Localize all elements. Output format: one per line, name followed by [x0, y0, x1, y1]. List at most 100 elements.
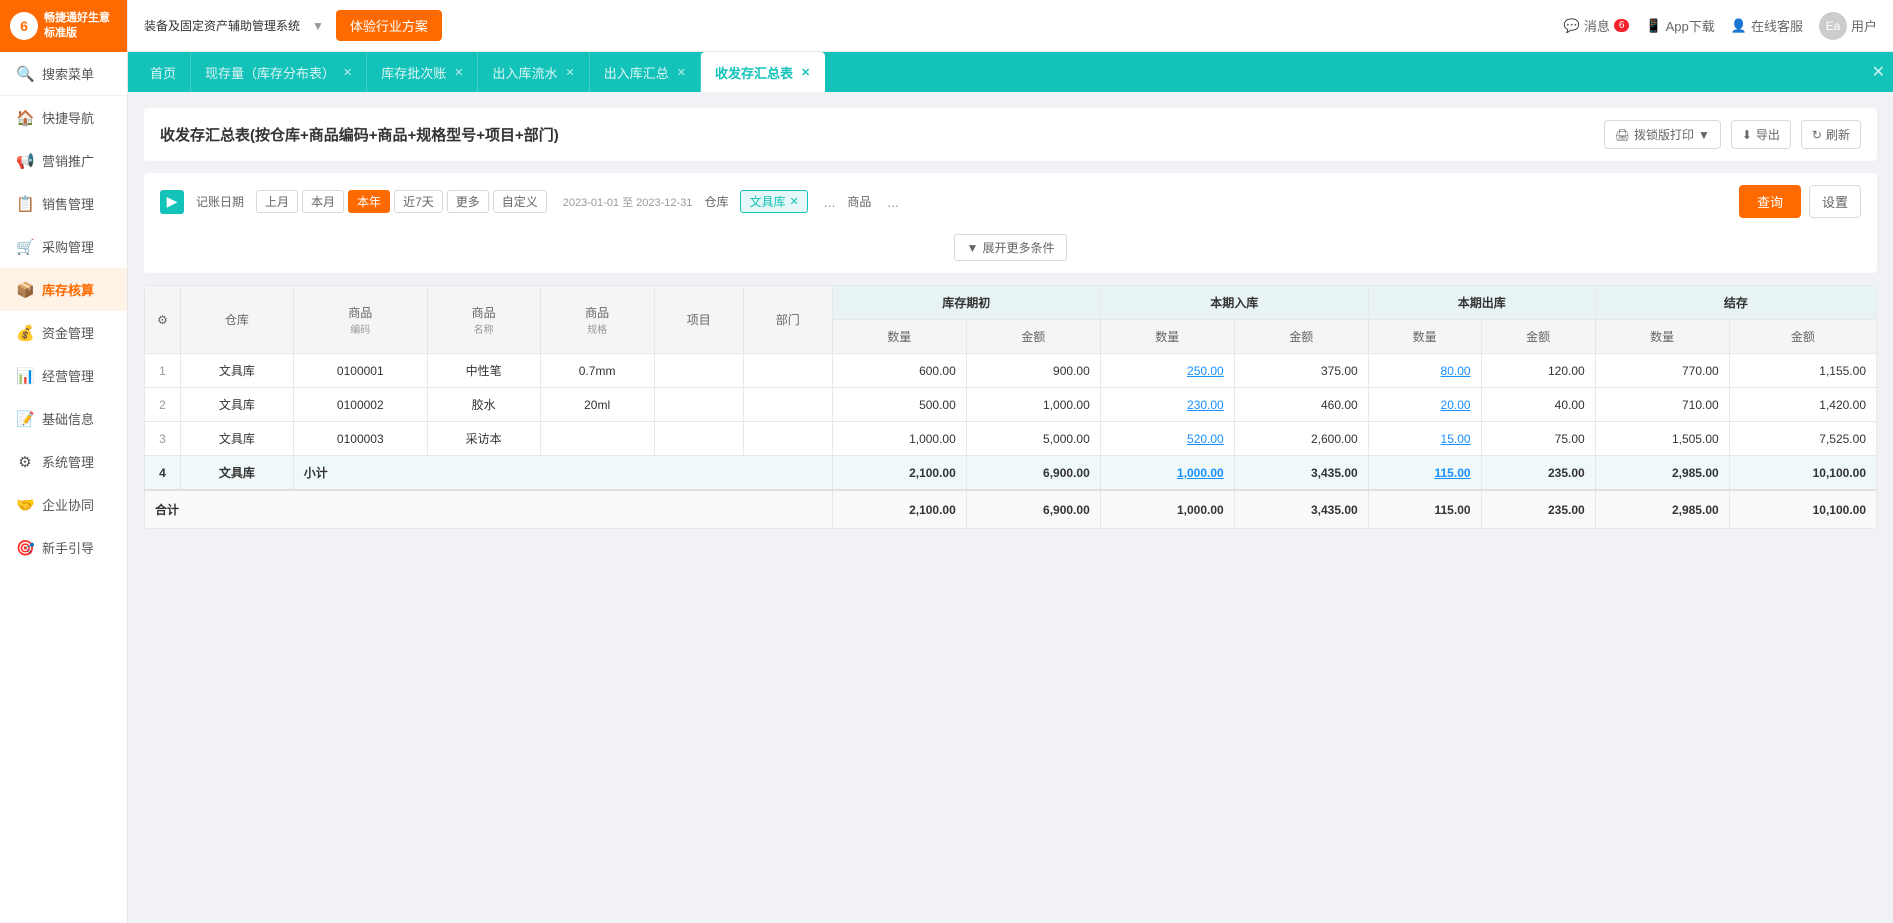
in-qty-link[interactable]: 230.00: [1187, 398, 1224, 412]
th-bal-qty: 数量: [1595, 320, 1729, 354]
sidebar-item-purchase[interactable]: 🛒 采购管理: [0, 225, 127, 268]
row-in-qty: 230.00: [1100, 388, 1234, 422]
total-bal-qty: 2,985.00: [1595, 490, 1729, 529]
sidebar-item-sales[interactable]: 📋 销售管理: [0, 182, 127, 225]
total-out-qty: 115.00: [1368, 490, 1481, 529]
tab-in-out-flow[interactable]: 出入库流水 ✕: [478, 52, 589, 92]
th-out-amt: 金额: [1481, 320, 1595, 354]
filter-right-buttons: 查询 设置: [1739, 185, 1861, 218]
print-button[interactable]: 🖨 拨锁版打印 ▼: [1604, 120, 1721, 149]
warehouse-tag-close[interactable]: ✕: [789, 195, 798, 208]
message-button[interactable]: 💬 消息 6: [1564, 16, 1630, 35]
tab-receive-send-summary[interactable]: 收发存汇总表 ✕: [701, 52, 825, 92]
out-qty-link[interactable]: 15.00: [1441, 432, 1471, 446]
date-btn-this-month[interactable]: 本月: [302, 190, 344, 213]
row-dept: [743, 422, 832, 456]
row-code: 0100002: [293, 388, 427, 422]
th-settings[interactable]: ⚙: [145, 286, 181, 354]
out-qty-link[interactable]: 20.00: [1441, 398, 1471, 412]
tab-home[interactable]: 首页: [136, 52, 191, 92]
date-btn-7days[interactable]: 近7天: [394, 190, 443, 213]
subtotal-label: 小计: [293, 456, 832, 491]
tab-close-in-out-summary[interactable]: ✕: [677, 66, 686, 79]
marketing-icon: 📢: [16, 152, 34, 170]
set-button[interactable]: 设置: [1809, 185, 1861, 218]
row-open-amt: 5,000.00: [966, 422, 1100, 456]
product-more-icon[interactable]: ...: [887, 194, 899, 210]
tab-in-out-summary[interactable]: 出入库汇总 ✕: [590, 52, 701, 92]
sidebar-item-operation[interactable]: 📊 经营管理: [0, 354, 127, 397]
sidebar-item-inventory[interactable]: 📦 库存核算: [0, 268, 127, 311]
app-download-button[interactable]: 📱 App下载: [1645, 16, 1714, 35]
row-code: 0100003: [293, 422, 427, 456]
expand-conditions-btn[interactable]: ▼ 展开更多条件: [954, 234, 1068, 261]
subtotal-bal-qty: 2,985.00: [1595, 456, 1729, 491]
row-out-qty: 15.00: [1368, 422, 1481, 456]
online-service-button[interactable]: 👤 在线客服: [1731, 16, 1803, 35]
row-in-amt: 375.00: [1234, 354, 1368, 388]
row-out-amt: 120.00: [1481, 354, 1595, 388]
subtotal-out-qty-link[interactable]: 115.00: [1435, 466, 1471, 480]
search-icon: 🔍: [16, 65, 34, 83]
page-content: 收发存汇总表(按仓库+商品编码+商品+规格型号+项目+部门) 🖨 拨锁版打印 ▼…: [128, 92, 1893, 923]
enterprise-icon: 🤝: [16, 496, 34, 514]
row-bal-amt: 1,155.00: [1729, 354, 1876, 388]
logo-circle: 6: [10, 12, 38, 40]
finance-icon: 💰: [16, 324, 34, 342]
export-button[interactable]: ⬇ 导出: [1731, 120, 1791, 149]
row-dept: [743, 388, 832, 422]
sidebar-search[interactable]: 🔍 搜索菜单: [0, 52, 127, 96]
tab-close-in-out-flow[interactable]: ✕: [566, 66, 575, 79]
tab-close-all-icon[interactable]: ✕: [1860, 62, 1885, 82]
sidebar-item-marketing[interactable]: 📢 营销推广: [0, 139, 127, 182]
page-header: 收发存汇总表(按仓库+商品编码+商品+规格型号+项目+部门) 🖨 拨锁版打印 ▼…: [144, 108, 1877, 161]
date-btn-custom[interactable]: 自定义: [493, 190, 547, 213]
tab-inventory-dist[interactable]: 现存量（库存分布表） ✕: [191, 52, 367, 92]
sidebar-item-guide[interactable]: 🎯 新手引导: [0, 526, 127, 569]
service-icon: 👤: [1731, 18, 1747, 34]
message-icon: 💬: [1564, 18, 1580, 34]
in-qty-link[interactable]: 250.00: [1187, 364, 1224, 378]
row-warehouse: 文具库: [181, 388, 294, 422]
out-qty-link[interactable]: 80.00: [1441, 364, 1471, 378]
query-button[interactable]: 查询: [1739, 185, 1801, 218]
sidebar-item-quick-nav[interactable]: 🏠 快捷导航: [0, 96, 127, 139]
row-warehouse: 文具库: [181, 422, 294, 456]
row-warehouse: 文具库: [181, 354, 294, 388]
row-name: 中性笔: [427, 354, 540, 388]
row-spec: [540, 422, 654, 456]
date-btn-more[interactable]: 更多: [447, 190, 489, 213]
date-btn-this-year[interactable]: 本年: [348, 190, 390, 213]
system-dropdown-icon[interactable]: ▼: [312, 19, 324, 33]
sidebar-item-finance[interactable]: 💰 资金管理: [0, 311, 127, 354]
sidebar-item-enterprise[interactable]: 🤝 企业协同: [0, 483, 127, 526]
data-table-container: ⚙ 仓库 商品编码 商品名称 商品规格 项目 部门 库存期初 本期入库 本期出库…: [144, 285, 1877, 529]
sidebar-item-base[interactable]: 📝 基础信息: [0, 397, 127, 440]
filter-toggle-btn[interactable]: ▶: [160, 190, 184, 214]
date-buttons: 上月 本月 本年 近7天 更多 自定义: [256, 190, 547, 213]
refresh-button[interactable]: ↻ 刷新: [1801, 120, 1861, 149]
subtotal-warehouse: 文具库: [181, 456, 294, 491]
tab-close-batch-account[interactable]: ✕: [454, 66, 463, 79]
tab-batch-account[interactable]: 库存批次账 ✕: [367, 52, 478, 92]
row-spec: 20ml: [540, 388, 654, 422]
date-range: 2023-01-01 至 2023-12-31: [563, 194, 693, 210]
date-btn-last-month[interactable]: 上月: [256, 190, 298, 213]
system-name: 装备及固定资产辅助管理系统: [144, 17, 300, 34]
user-menu[interactable]: Ea 用户: [1819, 12, 1877, 40]
experience-button[interactable]: 体验行业方案: [336, 10, 442, 41]
message-badge: 6: [1614, 19, 1630, 32]
row-num: 1: [145, 354, 181, 388]
subtotal-out-qty: 115.00: [1368, 456, 1481, 491]
tab-close-receive-send-summary[interactable]: ✕: [801, 66, 810, 79]
th-spec: 商品规格: [540, 286, 654, 354]
subtotal-in-qty-link[interactable]: 1,000.00: [1177, 466, 1224, 480]
th-name: 商品名称: [427, 286, 540, 354]
warehouse-more-icon[interactable]: ...: [824, 194, 836, 210]
filter-bar: ▶ 记账日期 上月 本月 本年 近7天 更多 自定义 2023-01-01 至 …: [144, 173, 1877, 273]
in-qty-link[interactable]: 520.00: [1187, 432, 1224, 446]
tab-close-inventory-dist[interactable]: ✕: [343, 66, 352, 79]
sidebar-item-system[interactable]: ⚙ 系统管理: [0, 440, 127, 483]
subtotal-open-amt: 6,900.00: [966, 456, 1100, 491]
settings-icon[interactable]: ⚙: [157, 313, 168, 327]
